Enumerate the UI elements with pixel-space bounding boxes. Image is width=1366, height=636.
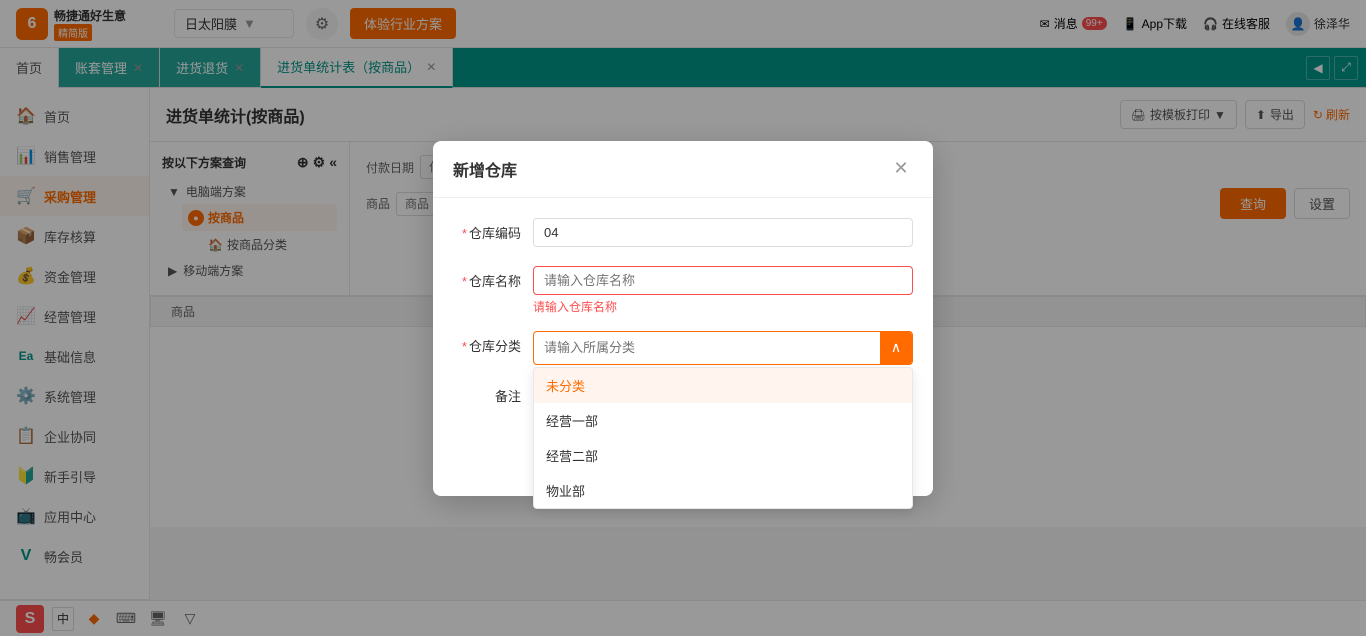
modal-header: 新增仓库 ✕ (433, 141, 933, 198)
category-label: 仓库分类 (453, 331, 533, 363)
modal-close-btn[interactable]: ✕ (889, 157, 913, 181)
dropdown-item-1[interactable]: 经营一部 (534, 403, 912, 438)
dropdown-item-3[interactable]: 物业部 (534, 473, 912, 508)
code-label: 仓库编码 (453, 218, 533, 250)
category-row: 仓库分类 ∧ 未分类 经营一部 经营二部 物业部 (453, 331, 913, 365)
modal-overlay[interactable]: 新增仓库 ✕ 仓库编码 仓库名称 请输入仓库名称 仓库分类 (0, 0, 1366, 636)
modal-body: 仓库编码 仓库名称 请输入仓库名称 仓库分类 (433, 198, 933, 439)
category-input[interactable] (534, 334, 880, 361)
name-input[interactable] (533, 266, 913, 295)
name-error-msg: 请输入仓库名称 (533, 298, 913, 315)
name-row: 仓库名称 请输入仓库名称 (453, 266, 913, 315)
name-label: 仓库名称 (453, 266, 533, 298)
code-control (533, 218, 913, 247)
category-input-wrapper: ∧ (533, 331, 913, 365)
category-control: ∧ 未分类 经营一部 经营二部 物业部 (533, 331, 913, 365)
code-row: 仓库编码 (453, 218, 913, 250)
modal-title: 新增仓库 (453, 157, 517, 181)
code-input[interactable] (533, 218, 913, 247)
add-warehouse-modal: 新增仓库 ✕ 仓库编码 仓库名称 请输入仓库名称 仓库分类 (433, 141, 933, 496)
category-selector: ∧ 未分类 经营一部 经营二部 物业部 (533, 331, 913, 365)
dropdown-item-0[interactable]: 未分类 (534, 368, 912, 403)
dropdown-item-2[interactable]: 经营二部 (534, 438, 912, 473)
category-dropdown: 未分类 经营一部 经营二部 物业部 (533, 367, 913, 509)
note-label: 备注 (453, 381, 533, 413)
category-toggle-btn[interactable]: ∧ (880, 332, 912, 364)
name-control: 请输入仓库名称 (533, 266, 913, 315)
